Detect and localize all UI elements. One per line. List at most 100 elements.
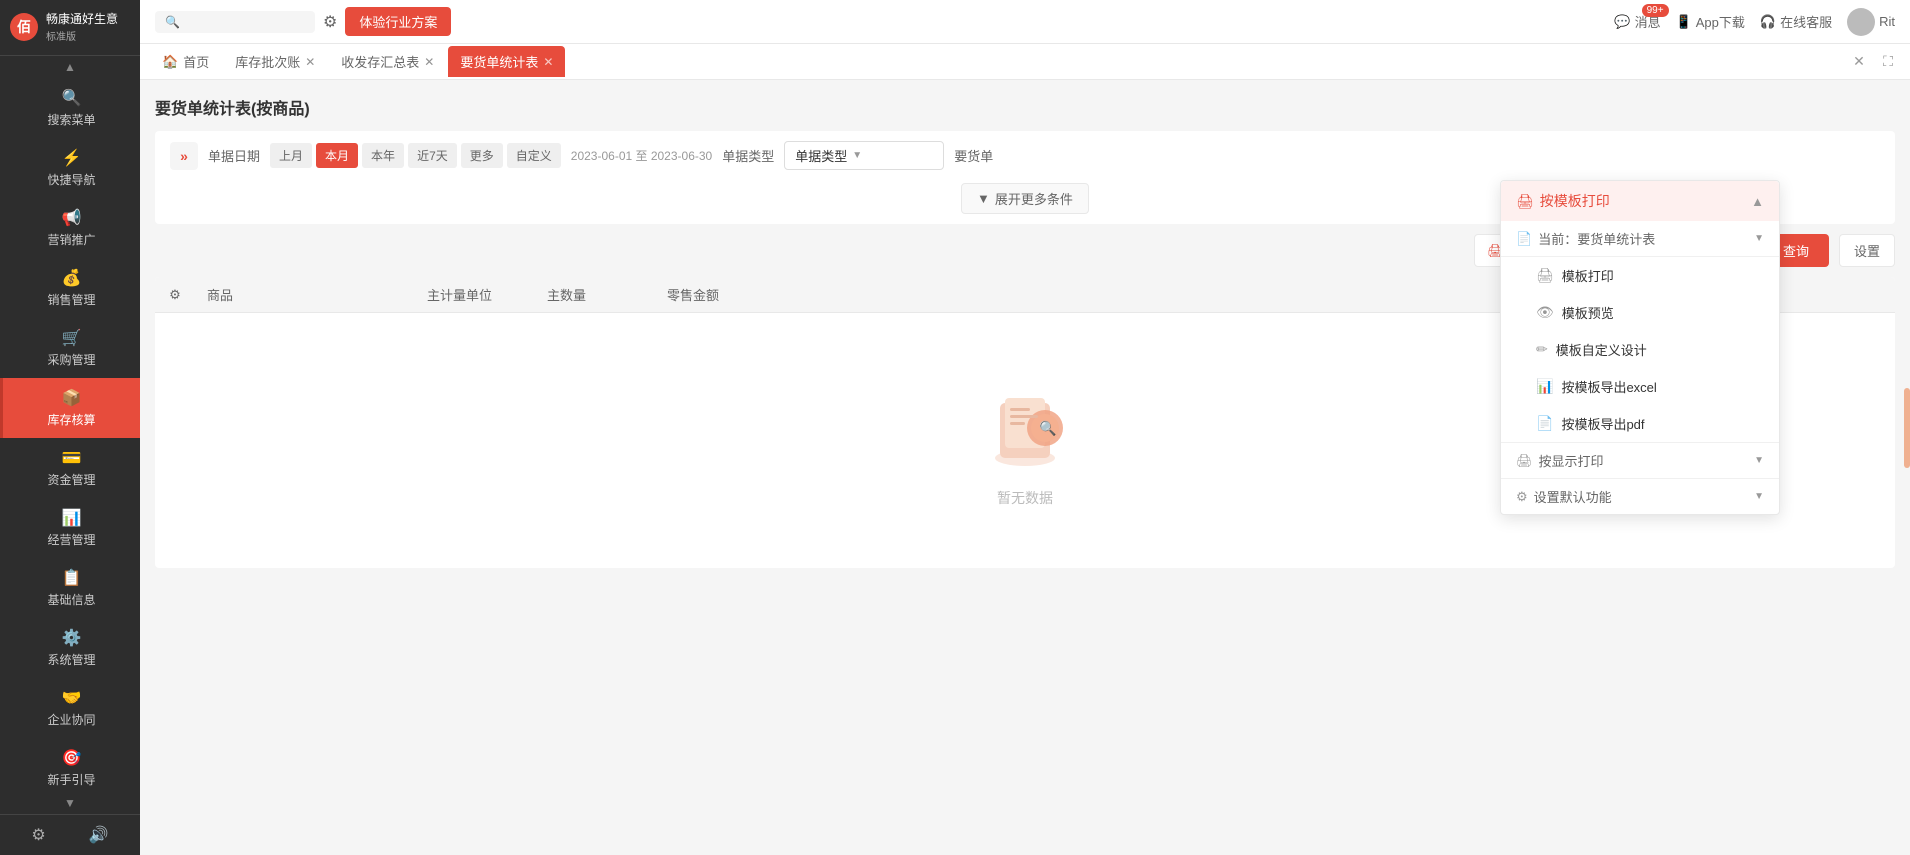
- audio-bottom-icon[interactable]: 🔊: [89, 825, 109, 845]
- col-qty: 主数量: [535, 285, 655, 304]
- sidebar-item-label: 经营管理: [47, 531, 95, 548]
- date-btn-custom[interactable]: 自定义: [507, 143, 561, 168]
- export-pdf-icon: 📄: [1536, 415, 1553, 432]
- app-download-btn[interactable]: 📱 App下载: [1676, 12, 1745, 31]
- tab-order-stats-close[interactable]: ✕: [543, 55, 553, 69]
- vertical-scrollbar[interactable]: [1904, 388, 1910, 468]
- messages-btn[interactable]: 💬 消息 99+: [1614, 12, 1660, 31]
- sidebar-item-label: 资金管理: [47, 471, 95, 488]
- sidebar-item-collab[interactable]: 🤝 企业协同: [0, 678, 140, 738]
- dropdown-header[interactable]: 🖨 按模板打印 ▲: [1501, 181, 1779, 221]
- dropdown-template-design[interactable]: ✏ 模板自定义设计: [1501, 331, 1779, 368]
- sidebar-item-label: 销售管理: [47, 291, 95, 308]
- dropdown-current-label: 当前：要货单统计表: [1538, 229, 1655, 248]
- set-default-arrow: ▼: [1754, 491, 1764, 502]
- template-preview-icon: 👁: [1536, 304, 1554, 321]
- tab-receipt-summary[interactable]: 收发存汇总表 ✕: [329, 46, 446, 77]
- tab-inventory-batch[interactable]: 库存批次账 ✕: [223, 46, 327, 77]
- doc-type-filter-label: 单据类型: [722, 146, 774, 165]
- tab-receipt-summary-close[interactable]: ✕: [424, 55, 434, 69]
- search-icon: 🔍: [62, 88, 82, 108]
- scroll-down-arrow[interactable]: ▼: [0, 792, 140, 814]
- template-design-label: 模板自定义设计: [1556, 340, 1647, 359]
- topbar-gear-icon[interactable]: ⚙: [323, 12, 337, 32]
- settings-bottom-icon[interactable]: ⚙: [31, 825, 45, 845]
- sidebar-item-search[interactable]: 🔍 搜索菜单: [0, 78, 140, 138]
- expand-label: 展开更多条件: [995, 189, 1073, 208]
- topbar-search[interactable]: 🔍: [155, 11, 315, 33]
- sidebar-item-label: 基础信息: [47, 591, 95, 608]
- tab-inventory-batch-label: 库存批次账: [235, 52, 300, 71]
- sidebar-item-sales[interactable]: 💰 销售管理: [0, 258, 140, 318]
- dropdown-header-right: ▲: [1751, 194, 1764, 209]
- sidebar-item-label: 营销推广: [47, 231, 95, 248]
- sidebar-item-basic[interactable]: 📋 基础信息: [0, 558, 140, 618]
- dropdown-title: 按模板打印: [1540, 191, 1610, 211]
- sidebar-logo: 佰 畅康通好生意 标准版: [0, 0, 140, 56]
- svg-text:🔍: 🔍: [1039, 419, 1056, 437]
- sidebar-item-marketing[interactable]: 📢 营销推广: [0, 198, 140, 258]
- export-excel-icon: 📊: [1536, 378, 1553, 395]
- sidebar-item-guide[interactable]: 🎯 新手引导: [0, 738, 140, 792]
- tab-close-all-btn[interactable]: ✕: [1847, 50, 1871, 74]
- empty-text: 暂无数据: [997, 488, 1053, 508]
- expand-icon: ▼: [977, 191, 990, 206]
- messages-badge: 99+: [1642, 4, 1669, 17]
- dropdown-header-left: 🖨 按模板打印: [1516, 191, 1610, 211]
- sidebar-item-system[interactable]: ⚙️ 系统管理: [0, 618, 140, 678]
- tab-expand-btn[interactable]: ⛶: [1876, 50, 1900, 74]
- sidebar-item-quick[interactable]: ⚡ 快捷导航: [0, 138, 140, 198]
- filter-expand-icon[interactable]: »: [170, 142, 198, 170]
- dropdown-template-print[interactable]: 🖨 模板打印: [1501, 257, 1779, 294]
- dropdown-export-excel[interactable]: 📊 按模板导出excel: [1501, 368, 1779, 405]
- sidebar-item-label: 采购管理: [47, 351, 95, 368]
- avatar-area[interactable]: Rit: [1847, 8, 1895, 36]
- guide-icon: 🎯: [62, 748, 82, 768]
- sidebar-item-label: 系统管理: [47, 651, 95, 668]
- industry-btn[interactable]: 体验行业方案: [345, 7, 451, 36]
- quick-icon: ⚡: [62, 148, 82, 168]
- online-service-btn[interactable]: 🎧 在线客服: [1760, 12, 1832, 31]
- tab-home[interactable]: 🏠 首页: [150, 46, 221, 77]
- dropdown-set-default[interactable]: ⚙ 设置默认功能 ▼: [1501, 479, 1779, 514]
- dropdown-export-pdf[interactable]: 📄 按模板导出pdf: [1501, 405, 1779, 442]
- sidebar-item-purchase[interactable]: 🛒 采购管理: [0, 318, 140, 378]
- template-design-icon: ✏: [1536, 341, 1548, 358]
- date-range-display: 2023-06-01 至 2023-06-30: [571, 147, 712, 164]
- topbar-right: 💬 消息 99+ 📱 App下载 🎧 在线客服 Rit: [1614, 8, 1895, 36]
- app-name: 畅康通好生意: [46, 12, 118, 28]
- date-btn-this-month[interactable]: 本月: [316, 143, 358, 168]
- doc-type-select[interactable]: 单据类型 ▼: [784, 141, 944, 170]
- page-content: 要货单统计表(按商品) » 单据日期 上月 本月 本年 近7天 更多 自定义 2…: [140, 80, 1910, 855]
- date-btn-last-month[interactable]: 上月: [270, 143, 312, 168]
- set-default-icon: ⚙: [1516, 489, 1528, 505]
- date-btn-more[interactable]: 更多: [461, 143, 503, 168]
- sidebar: 佰 畅康通好生意 标准版 ▲ 🔍 搜索菜单 ⚡ 快捷导航 📢 营销推广 💰 销售…: [0, 0, 140, 855]
- sidebar-item-operation[interactable]: 📊 经营管理: [0, 498, 140, 558]
- tab-order-stats[interactable]: 要货单统计表 ✕: [448, 46, 565, 77]
- settings-btn[interactable]: 设置: [1839, 234, 1895, 267]
- dropdown-template-preview[interactable]: 👁 模板预览: [1501, 294, 1779, 331]
- user-avatar: [1847, 8, 1875, 36]
- home-icon: 🏠: [162, 54, 178, 70]
- display-print-label: 按显示打印: [1539, 451, 1604, 470]
- doc-type-placeholder: 单据类型: [795, 146, 847, 165]
- print-dropdown-menu: 🖨 按模板打印 ▲ 📄 当前：要货单统计表 ▼ 🖨 模板打印: [1500, 180, 1780, 515]
- sidebar-item-label: 库存核算: [47, 411, 95, 428]
- expand-more-btn[interactable]: ▼ 展开更多条件: [961, 183, 1089, 214]
- sidebar-item-inventory[interactable]: 📦 库存核算: [0, 378, 140, 438]
- date-btn-this-year[interactable]: 本年: [362, 143, 404, 168]
- logo-icon: 佰: [10, 13, 38, 41]
- sidebar-item-label: 快捷导航: [47, 171, 95, 188]
- date-btn-last-7-days[interactable]: 近7天: [408, 143, 457, 168]
- display-print-icon: 🖨: [1516, 453, 1533, 469]
- dropdown-current-section[interactable]: 📄 当前：要货单统计表 ▼: [1501, 221, 1779, 256]
- logo-text-group: 畅康通好生意 标准版: [46, 12, 118, 43]
- sidebar-item-finance[interactable]: 💳 资金管理: [0, 438, 140, 498]
- tab-inventory-batch-close[interactable]: ✕: [305, 55, 315, 69]
- page-title: 要货单统计表(按商品): [155, 95, 1895, 119]
- scroll-up-arrow[interactable]: ▲: [0, 56, 140, 78]
- col-settings[interactable]: ⚙: [155, 287, 195, 303]
- service-icon: 🎧: [1760, 14, 1776, 30]
- dropdown-display-print[interactable]: 🖨 按显示打印 ▼: [1501, 443, 1779, 478]
